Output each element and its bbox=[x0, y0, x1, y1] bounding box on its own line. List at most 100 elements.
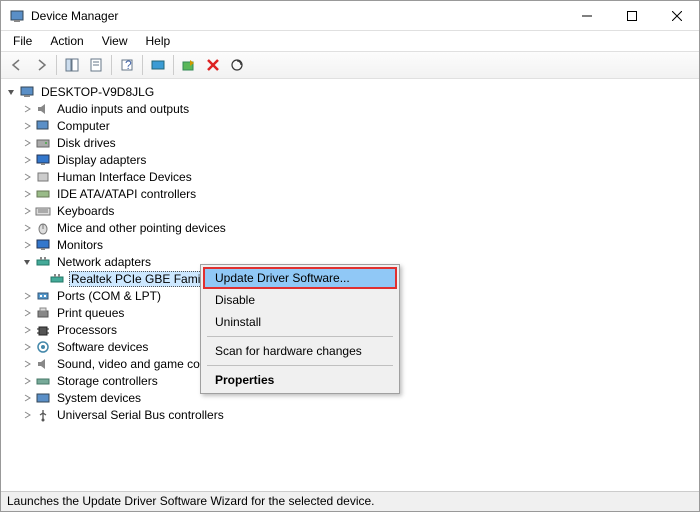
software-icon bbox=[35, 339, 51, 355]
menu-action[interactable]: Action bbox=[42, 32, 91, 50]
chevron-right-icon[interactable] bbox=[21, 341, 33, 353]
node-label: Keyboards bbox=[55, 203, 116, 219]
ports-icon bbox=[35, 288, 51, 304]
chevron-right-icon[interactable] bbox=[21, 307, 33, 319]
chevron-right-icon[interactable] bbox=[21, 324, 33, 336]
ctx-disable[interactable]: Disable bbox=[203, 289, 397, 311]
tree-node[interactable]: Audio inputs and outputs bbox=[1, 100, 699, 117]
tree-node[interactable]: Keyboards bbox=[1, 202, 699, 219]
tree-root-label: DESKTOP-V9D8JLG bbox=[39, 84, 156, 100]
processor-icon bbox=[35, 322, 51, 338]
printer-icon bbox=[35, 305, 51, 321]
network-icon bbox=[35, 254, 51, 270]
ctx-uninstall[interactable]: Uninstall bbox=[203, 311, 397, 333]
menu-view[interactable]: View bbox=[94, 32, 136, 50]
uninstall-toolbar-button[interactable] bbox=[201, 53, 225, 77]
node-label: Monitors bbox=[55, 237, 105, 253]
chevron-right-icon[interactable] bbox=[21, 409, 33, 421]
node-label: System devices bbox=[55, 390, 143, 406]
audio-icon bbox=[35, 101, 51, 117]
chevron-right-icon[interactable] bbox=[21, 375, 33, 387]
node-label: Mice and other pointing devices bbox=[55, 220, 228, 236]
node-label: IDE ATA/ATAPI controllers bbox=[55, 186, 198, 202]
ide-icon bbox=[35, 186, 51, 202]
chevron-right-icon[interactable] bbox=[21, 120, 33, 132]
context-separator bbox=[207, 336, 393, 337]
show-hide-button[interactable] bbox=[60, 53, 84, 77]
node-label: Display adapters bbox=[55, 152, 148, 168]
node-label: Disk drives bbox=[55, 135, 118, 151]
chevron-right-icon[interactable] bbox=[21, 205, 33, 217]
tree-node[interactable]: Universal Serial Bus controllers bbox=[1, 406, 699, 423]
ctx-scan[interactable]: Scan for hardware changes bbox=[203, 340, 397, 362]
ctx-properties[interactable]: Properties bbox=[203, 369, 397, 391]
monitor-icon bbox=[35, 237, 51, 253]
help-toolbar-button[interactable]: ? bbox=[115, 53, 139, 77]
status-bar: Launches the Update Driver Software Wiza… bbox=[1, 491, 699, 511]
node-label: Computer bbox=[55, 118, 112, 134]
close-button[interactable] bbox=[654, 1, 699, 31]
node-label: Human Interface Devices bbox=[55, 169, 194, 185]
chevron-down-icon[interactable] bbox=[21, 256, 33, 268]
svg-text:?: ? bbox=[125, 58, 132, 72]
context-separator bbox=[207, 365, 393, 366]
keyboard-icon bbox=[35, 203, 51, 219]
context-menu: Update Driver Software... Disable Uninst… bbox=[200, 264, 400, 394]
back-button[interactable] bbox=[5, 53, 29, 77]
chevron-right-icon[interactable] bbox=[21, 239, 33, 251]
node-label: Print queues bbox=[55, 305, 126, 321]
node-label: Network adapters bbox=[55, 254, 153, 270]
computer-icon bbox=[35, 118, 51, 134]
chevron-right-icon[interactable] bbox=[21, 358, 33, 370]
menu-file[interactable]: File bbox=[5, 32, 40, 50]
node-label: Software devices bbox=[55, 339, 150, 355]
titlebar: Device Manager bbox=[1, 1, 699, 31]
chevron-right-icon[interactable] bbox=[21, 137, 33, 149]
node-label: Processors bbox=[55, 322, 119, 338]
chevron-down-icon[interactable] bbox=[5, 86, 17, 98]
toolbar-separator bbox=[142, 55, 143, 75]
usb-icon bbox=[35, 407, 51, 423]
toolbar-separator bbox=[56, 55, 57, 75]
tree-node[interactable]: Computer bbox=[1, 117, 699, 134]
tree-node[interactable]: IDE ATA/ATAPI controllers bbox=[1, 185, 699, 202]
node-label: Ports (COM & LPT) bbox=[55, 288, 163, 304]
chevron-right-icon[interactable] bbox=[21, 290, 33, 302]
forward-button[interactable] bbox=[29, 53, 53, 77]
ctx-update-driver[interactable]: Update Driver Software... bbox=[203, 267, 397, 289]
chevron-right-icon[interactable] bbox=[21, 171, 33, 183]
tree-node[interactable]: Monitors bbox=[1, 236, 699, 253]
tree-node[interactable]: Disk drives bbox=[1, 134, 699, 151]
menubar: File Action View Help bbox=[1, 31, 699, 51]
status-text: Launches the Update Driver Software Wiza… bbox=[7, 494, 375, 508]
update-driver-toolbar-button[interactable] bbox=[177, 53, 201, 77]
toolbar-separator bbox=[111, 55, 112, 75]
chevron-right-icon[interactable] bbox=[21, 188, 33, 200]
sound-icon bbox=[35, 356, 51, 372]
tree-root[interactable]: DESKTOP-V9D8JLG bbox=[1, 83, 699, 100]
node-label: Universal Serial Bus controllers bbox=[55, 407, 226, 423]
menu-help[interactable]: Help bbox=[138, 32, 179, 50]
chevron-right-icon[interactable] bbox=[21, 392, 33, 404]
app-icon bbox=[9, 8, 25, 24]
storage-icon bbox=[35, 373, 51, 389]
network-adapter-icon bbox=[49, 271, 65, 287]
tree-node[interactable]: Display adapters bbox=[1, 151, 699, 168]
mouse-icon bbox=[35, 220, 51, 236]
chevron-right-icon[interactable] bbox=[21, 222, 33, 234]
tree-node[interactable]: Mice and other pointing devices bbox=[1, 219, 699, 236]
properties-toolbar-button[interactable] bbox=[84, 53, 108, 77]
tree-node[interactable]: Human Interface Devices bbox=[1, 168, 699, 185]
minimize-button[interactable] bbox=[564, 1, 609, 31]
hid-icon bbox=[35, 169, 51, 185]
chevron-right-icon[interactable] bbox=[21, 154, 33, 166]
toolbar-separator bbox=[173, 55, 174, 75]
display-icon bbox=[35, 152, 51, 168]
disk-icon bbox=[35, 135, 51, 151]
toolbar: ? bbox=[1, 51, 699, 79]
computer-icon bbox=[19, 84, 35, 100]
maximize-button[interactable] bbox=[609, 1, 654, 31]
view-toolbar-button[interactable] bbox=[146, 53, 170, 77]
scan-toolbar-button[interactable] bbox=[225, 53, 249, 77]
chevron-right-icon[interactable] bbox=[21, 103, 33, 115]
